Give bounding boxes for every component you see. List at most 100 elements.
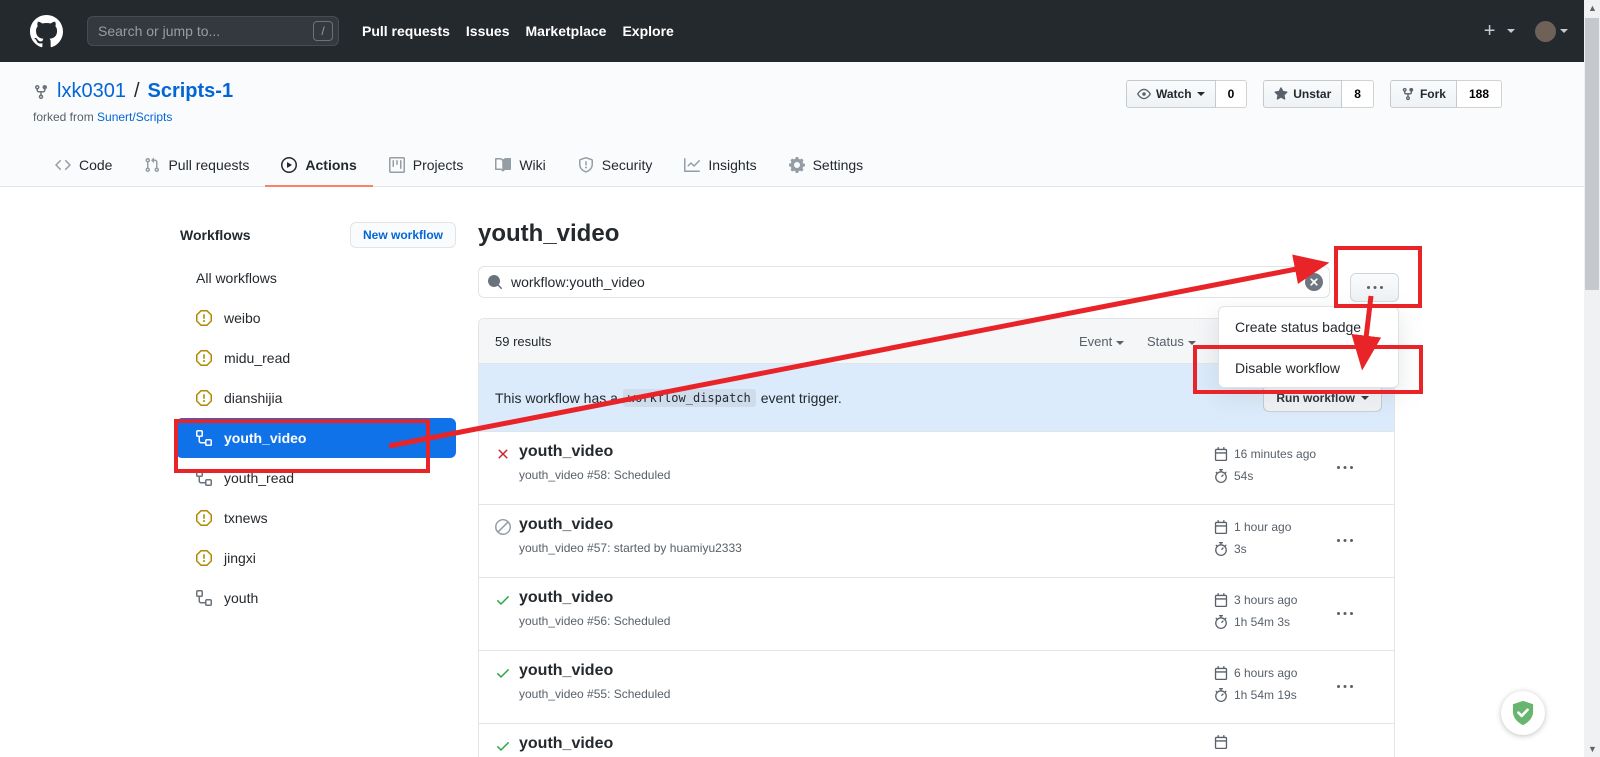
check-icon [495,738,511,754]
circle-slash-icon [495,519,511,535]
run-duration: 1h 54m 19s [1234,684,1297,706]
event-filter-dropdown[interactable]: Event [1079,334,1124,349]
create-new-dropdown[interactable]: + [1484,20,1515,43]
run-title-link[interactable]: youth_video [519,516,613,534]
sidebar-item-weibo[interactable]: weibo [176,298,456,338]
run-row-58[interactable]: youth_video youth_video #58: Scheduled 1… [479,432,1394,505]
tab-pull-requests[interactable]: Pull requests [128,145,265,187]
run-row-56[interactable]: youth_video youth_video #56: Scheduled 3… [479,578,1394,651]
tab-projects[interactable]: Projects [373,145,480,187]
nav-link-marketplace[interactable]: Marketplace [526,23,607,39]
fork-note-prefix: forked from [33,110,94,124]
sidebar-item-jingxi[interactable]: jingxi [176,538,456,578]
scrollbar-thumb[interactable] [1585,18,1599,290]
repo-social-buttons: Watch 0 Unstar 8 Fork 188 [1126,80,1502,108]
nav-link-pull-requests[interactable]: Pull requests [362,23,450,39]
status-filter-dropdown[interactable]: Status [1147,334,1196,349]
run-options-button[interactable] [1330,529,1360,553]
workflow-icon [196,470,212,486]
tab-actions[interactable]: Actions [265,145,372,187]
repo-owner-link[interactable]: lxk0301 [57,80,126,103]
kebab-icon [1337,533,1353,549]
workflow-label: weibo [224,310,261,326]
workflow-label: txnews [224,510,268,526]
new-workflow-button[interactable]: New workflow [350,222,456,248]
watch-button[interactable]: Watch [1126,80,1216,108]
workflow-label: jingxi [224,550,256,566]
fork-button-group: Fork 188 [1390,80,1502,108]
fork-button[interactable]: Fork [1390,80,1457,108]
run-options-button[interactable] [1330,456,1360,480]
fork-label: Fork [1420,87,1446,101]
tab-insights[interactable]: Insights [668,145,772,187]
fork-count[interactable]: 188 [1457,80,1502,108]
scroll-up-icon[interactable]: ▲ [1588,3,1597,13]
nav-link-explore[interactable]: Explore [622,23,673,39]
sidebar-item-all-workflows[interactable]: All workflows [176,258,456,298]
menu-item-disable-workflow[interactable]: Disable workflow [1219,347,1398,387]
run-row-partial[interactable]: youth_video [479,724,1394,757]
run-title-link[interactable]: youth_video [519,589,613,607]
calendar-icon [1214,666,1228,680]
sidebar-item-youth-read[interactable]: youth_read [176,458,456,498]
runs-filter-input[interactable] [478,266,1330,298]
repo-tab-nav: Code Pull requests Actions Projects Wiki… [39,145,879,187]
repo-forked-icon [1401,87,1415,101]
menu-item-create-status-badge[interactable]: Create status badge [1219,307,1398,347]
tab-wiki[interactable]: Wiki [479,145,561,187]
sidebar-item-dianshijia[interactable]: dianshijia [176,378,456,418]
clear-filter-button[interactable] [1305,273,1323,291]
repo-name-link[interactable]: Scripts-1 [148,80,234,103]
nav-link-issues[interactable]: Issues [466,23,510,39]
run-meta [1214,735,1234,749]
navbar-right: + [1484,20,1568,43]
run-title-link[interactable]: youth_video [519,662,613,680]
tab-label: Projects [413,157,464,173]
warning-icon [196,510,212,526]
warning-icon [196,550,212,566]
fork-source-link[interactable]: Sunert/Scripts [97,110,172,124]
star-count[interactable]: 8 [1342,80,1374,108]
play-circle-icon [281,157,297,173]
tab-code[interactable]: Code [39,145,128,187]
unstar-button[interactable]: Unstar [1263,80,1342,108]
sidebar-item-txnews[interactable]: txnews [176,498,456,538]
project-icon [389,157,405,173]
workflows-sidebar: Workflows New workflow All workflows wei… [176,218,456,618]
stopwatch-icon [1214,542,1228,556]
workflow-label: dianshijia [224,390,282,406]
global-search-input[interactable] [87,16,339,46]
run-options-button[interactable] [1330,675,1360,699]
stopwatch-icon [1214,469,1228,483]
unstar-label: Unstar [1293,87,1331,101]
chevron-down-icon [1507,29,1515,33]
user-menu[interactable] [1535,21,1568,42]
run-title-link[interactable]: youth_video [519,735,613,753]
github-logo-icon[interactable] [30,15,63,48]
warning-icon [196,350,212,366]
repo-header: lxk0301 / Scripts-1 forked from Sunert/S… [0,62,1584,187]
workflow-options-button[interactable] [1350,273,1399,302]
run-workflow-button[interactable]: Run workflow [1263,384,1382,412]
calendar-icon [1214,447,1228,461]
sidebar-item-youth-video[interactable]: youth_video [176,418,456,458]
workflow-label: youth [224,590,258,606]
page-scrollbar[interactable]: ▲ ▼ [1584,0,1600,757]
run-row-55[interactable]: youth_video youth_video #55: Scheduled 6… [479,651,1394,724]
scroll-down-icon[interactable]: ▼ [1588,744,1597,754]
tab-security[interactable]: Security [562,145,669,187]
tab-settings[interactable]: Settings [773,145,880,187]
sidebar-item-youth[interactable]: youth [176,578,456,618]
workflow-label: All workflows [196,270,277,286]
run-title-link[interactable]: youth_video [519,443,613,461]
run-row-57[interactable]: youth_video youth_video #57: started by … [479,505,1394,578]
star-button-group: Unstar 8 [1263,80,1374,108]
graph-icon [684,157,700,173]
watch-count[interactable]: 0 [1216,80,1248,108]
sidebar-item-midu-read[interactable]: midu_read [176,338,456,378]
adguard-badge[interactable] [1501,691,1545,735]
workflow-label: youth_video [224,430,306,446]
run-options-button[interactable] [1330,602,1360,626]
watch-label: Watch [1156,87,1192,101]
run-meta: 16 minutes ago 54s [1214,443,1316,487]
